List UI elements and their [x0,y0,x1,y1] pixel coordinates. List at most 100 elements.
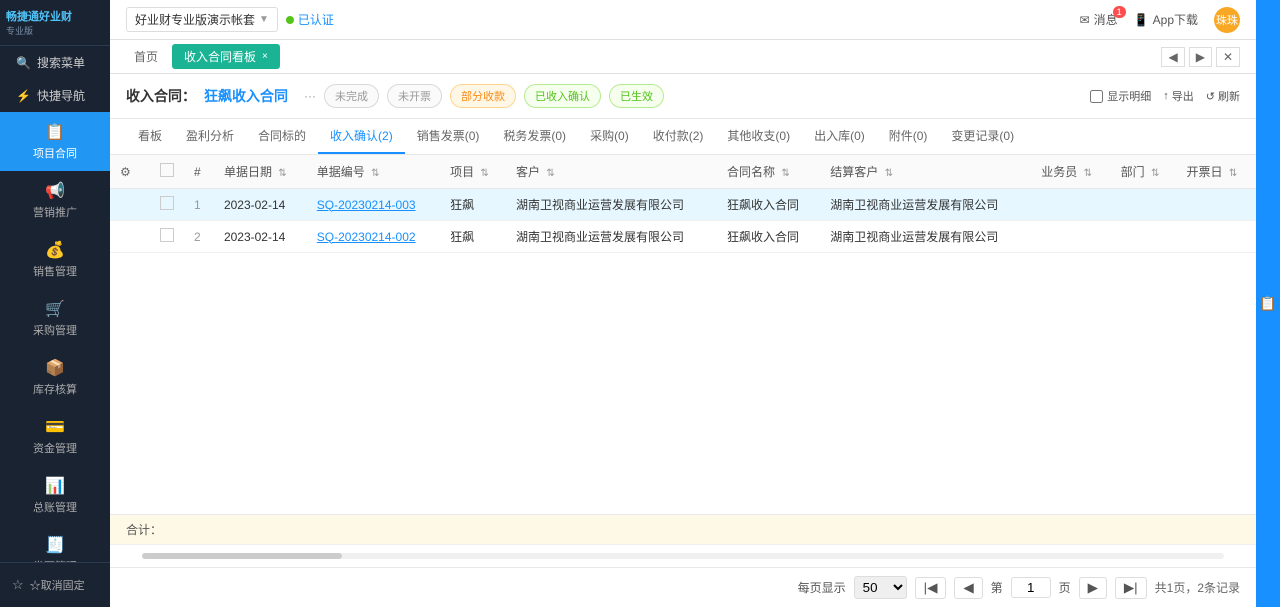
tab-next-button[interactable]: ▶ [1189,47,1212,67]
quick-nav[interactable]: ⚡ 快捷导航 [0,79,110,112]
invoice-date-sort-icon: ⇅ [1229,168,1237,179]
row-num-cell: 1 [184,189,214,221]
sidebar-item-purchase[interactable]: 🛒 采购管理 [0,289,110,348]
row-contract-cell: 狂飙收入合同 [717,189,820,221]
date-col-header[interactable]: 单据日期 ⇅ [214,155,307,189]
tab-tax-invoice[interactable]: 税务发票(0) [491,119,578,154]
tab-warehouse[interactable]: 出入库(0) [802,119,877,154]
contract-tools: 显示明细 ↑ 导出 ↺ 刷新 [1090,88,1240,104]
close-tab-icon[interactable]: × [262,51,268,62]
settings-icon[interactable]: ⚙ [120,165,131,179]
breadcrumb-home[interactable]: 首页 [126,40,166,74]
sidebar-item-label: 库存核算 [33,381,77,397]
sidebar-item-inventory[interactable]: 📦 库存核算 [0,348,110,407]
status-not-complete[interactable]: 未完成 [324,84,379,108]
tab-payment[interactable]: 收付款(2) [641,119,716,154]
row-customer-cell: 湖南卫视商业运营发展有限公司 [506,221,717,253]
table-row[interactable]: 2 2023-02-14 SQ-20230214-002 狂飙 湖南卫视商业运营… [110,221,1256,253]
status-income-confirmed[interactable]: 已收入确认 [524,84,601,108]
tab-kanban[interactable]: 看板 [126,119,174,154]
salesperson-sort-icon: ⇅ [1084,168,1092,179]
sidebar-item-project[interactable]: 📋 项目合同 [0,112,110,171]
per-page-label: 每页显示 [798,579,846,596]
right-sidebar-icon[interactable]: 📋 [1259,289,1276,318]
message-action[interactable]: ✉ 1 消息 [1080,11,1118,28]
contract-title-label: 收入合同： [126,86,196,106]
row-project-cell: 狂飙 [440,221,506,253]
prev-page-button[interactable]: ◀ [954,577,982,599]
logo-text: 畅捷通好业财 [6,8,104,24]
billing-customer-col-header[interactable]: 结算客户 ⇅ [820,155,1031,189]
tab-profit[interactable]: 盈利分析 [174,119,246,154]
sidebar-item-general[interactable]: 📊 总账管理 [0,466,110,525]
num-col-header: # [184,155,214,189]
tab-close-button[interactable]: ✕ [1216,47,1240,67]
sidebar-item-capital[interactable]: 💳 资金管理 [0,407,110,466]
sidebar-item-marketing[interactable]: 📢 营销推广 [0,171,110,230]
status-not-invoiced[interactable]: 未开票 [387,84,442,108]
user-avatar[interactable]: 珠珠 [1214,7,1240,33]
company-name: 好业财专业版演示帐套 [135,11,255,28]
next-page-button[interactable]: ▶ [1079,577,1107,599]
purchase-icon: 🛒 [45,299,65,319]
sub-tabs: 看板 盈利分析 合同标的 收入确认(2) 销售发票(0) 税务发票(0) 采购(… [110,119,1256,155]
tab-purchase[interactable]: 采购(0) [578,119,641,154]
row-checkbox-cell [150,189,184,221]
show-detail-toggle[interactable]: 显示明细 [1090,88,1151,104]
horizontal-scrollbar[interactable] [110,544,1256,567]
show-detail-checkbox[interactable] [1090,90,1103,103]
project-col-header[interactable]: 项目 ⇅ [440,155,506,189]
invoice-date-col-header[interactable]: 开票日 ⇅ [1177,155,1256,189]
contract-col-header[interactable]: 合同名称 ⇅ [717,155,820,189]
app-download-action[interactable]: 📱 App下载 [1134,11,1198,28]
contract-name: 狂飙收入合同 [204,86,288,106]
tab-sales-invoice[interactable]: 销售发票(0) [405,119,492,154]
customer-col-header[interactable]: 客户 ⇅ [506,155,717,189]
order-col-header[interactable]: 单据编号 ⇅ [307,155,440,189]
tab-contract-subject[interactable]: 合同标的 [246,119,318,154]
tab-income-confirm[interactable]: 收入确认(2) [318,119,405,154]
refresh-label: 刷新 [1218,88,1240,104]
row-order-cell: SQ-20230214-003 [307,189,440,221]
sidebar-item-sales[interactable]: 💰 销售管理 [0,230,110,289]
row-settings-cell [110,189,150,221]
salesperson-col-header[interactable]: 业务员 ⇅ [1031,155,1110,189]
scrollbar-thumb[interactable] [142,553,342,559]
refresh-button[interactable]: ↺ 刷新 [1206,88,1240,104]
billing-customer-col-label: 结算客户 [830,165,878,179]
dept-col-header[interactable]: 部门 ⇅ [1111,155,1177,189]
row-checkbox[interactable] [160,196,174,210]
sidebar-item-invoice[interactable]: 🧾 发票管理 [0,525,110,562]
select-all-checkbox[interactable] [160,163,174,177]
table-row[interactable]: 1 2023-02-14 SQ-20230214-003 狂飙 湖南卫视商业运营… [110,189,1256,221]
status-effective[interactable]: 已生效 [609,84,664,108]
tab-other[interactable]: 其他收支(0) [715,119,802,154]
row-settings-cell [110,221,150,253]
tab-attachment[interactable]: 附件(0) [877,119,940,154]
message-badge: 1 [1113,6,1126,18]
user-name: 珠珠 [1216,12,1238,28]
sidebar-bottom: ☆ ☆取消固定 [0,562,110,607]
order-no-link[interactable]: SQ-20230214-003 [317,198,416,212]
first-page-button[interactable]: |◀ [915,577,947,599]
tab-prev-button[interactable]: ◀ [1161,47,1184,67]
last-page-button[interactable]: ▶| [1115,577,1147,599]
tab-change-log[interactable]: 变更记录(0) [939,119,1026,154]
sidebar-items: 📋 项目合同 📢 营销推广 💰 销售管理 🛒 采购管理 📦 库存核算 💳 资金管… [0,112,110,562]
active-tab[interactable]: 收入合同看板 × [172,44,280,69]
search-menu[interactable]: 🔍 搜索菜单 [0,46,110,79]
more-options-icon[interactable]: ··· [304,89,316,103]
company-selector[interactable]: 好业财专业版演示帐套 ▼ [126,7,278,32]
order-no-link[interactable]: SQ-20230214-002 [317,230,416,244]
unpin-button[interactable]: ☆ ☆取消固定 [8,571,102,599]
certified-dot-icon [286,16,294,24]
row-checkbox[interactable] [160,228,174,242]
table-footer: 合计： [110,514,1256,544]
export-button[interactable]: ↑ 导出 [1163,88,1194,104]
status-partial-collected[interactable]: 部分收款 [450,84,516,108]
per-page-select[interactable]: 50 100 200 [854,576,907,599]
row-date-cell: 2023-02-14 [214,189,307,221]
scrollbar-track [142,553,1224,559]
page-number-input[interactable] [1011,577,1051,598]
customer-sort-icon: ⇅ [546,168,554,179]
